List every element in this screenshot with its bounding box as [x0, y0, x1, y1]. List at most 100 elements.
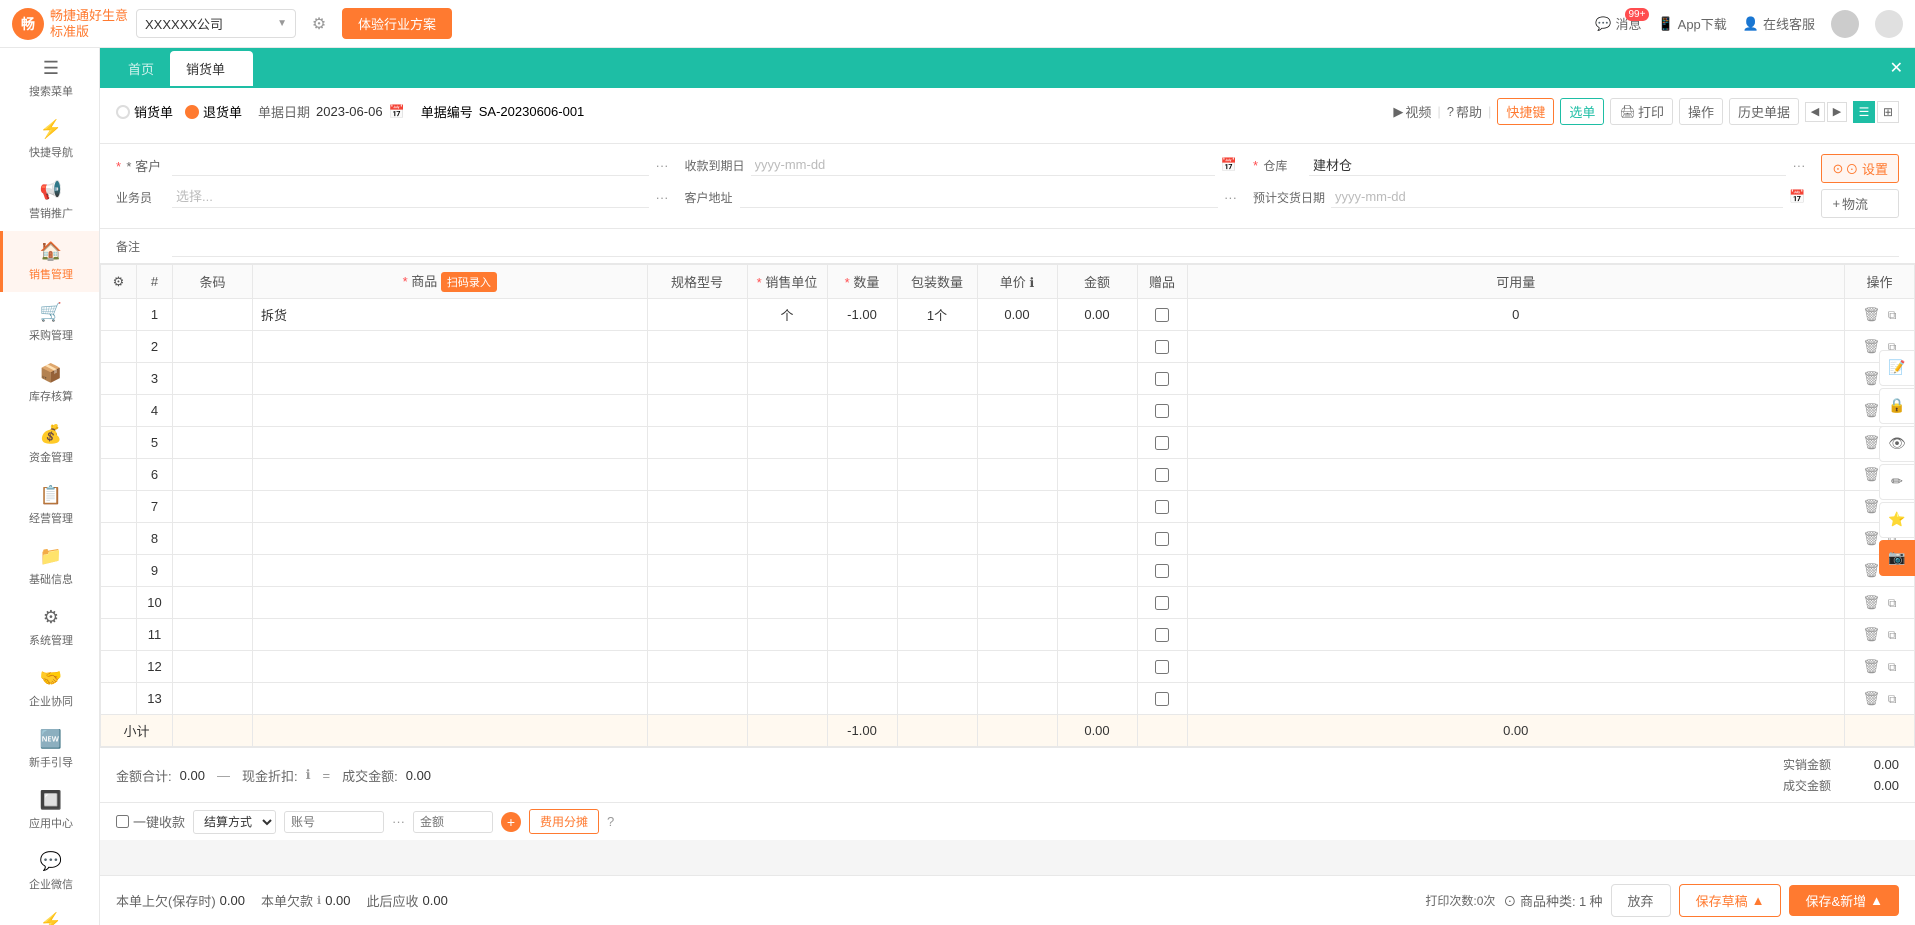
product-type[interactable]: ⊙ 商品种类: 1 种 — [1503, 891, 1602, 910]
row-barcode[interactable] — [173, 683, 253, 715]
one-click-pay[interactable]: 一键收款 — [116, 812, 185, 831]
row-spec[interactable] — [647, 395, 747, 427]
row-price[interactable] — [977, 363, 1057, 395]
address-dots-icon[interactable]: ··· — [1224, 190, 1237, 205]
row-qty[interactable] — [827, 427, 897, 459]
float-lock-button[interactable]: 🔒 — [1879, 388, 1915, 424]
print-link[interactable]: 🖨 打印 — [1610, 98, 1673, 125]
row-spec[interactable] — [647, 523, 747, 555]
delete-row-button[interactable]: 🗑 — [1861, 624, 1883, 645]
save-new-button[interactable]: 保存&新增 ▲ — [1789, 885, 1899, 916]
tab-home[interactable]: 首页 — [112, 51, 170, 86]
row-barcode[interactable] — [173, 619, 253, 651]
sidebar-item-inventory[interactable]: 📦 库存核算 — [0, 353, 99, 414]
row-barcode[interactable] — [173, 523, 253, 555]
shortcut-link[interactable]: 快捷键 — [1497, 98, 1554, 125]
sidebar-item-system[interactable]: ⚙ 系统管理 — [0, 597, 99, 658]
row-gift[interactable] — [1137, 395, 1187, 427]
row-barcode[interactable] — [173, 395, 253, 427]
float-note-button[interactable]: 📝 — [1879, 350, 1915, 386]
pay-method-select[interactable]: 结算方式 — [193, 810, 276, 834]
row-gift[interactable] — [1137, 587, 1187, 619]
add-payment-button[interactable]: + — [501, 812, 521, 832]
delete-row-button[interactable]: 🗑 — [1861, 304, 1883, 325]
row-spec[interactable] — [647, 427, 747, 459]
row-gift[interactable] — [1137, 523, 1187, 555]
row-spec[interactable] — [647, 619, 747, 651]
row-barcode[interactable] — [173, 651, 253, 683]
row-gift[interactable] — [1137, 459, 1187, 491]
row-gift[interactable] — [1137, 427, 1187, 459]
row-qty[interactable] — [827, 619, 897, 651]
row-qty[interactable] — [827, 491, 897, 523]
calendar-icon[interactable]: 📅 — [1221, 157, 1237, 173]
row-gift[interactable] — [1137, 491, 1187, 523]
row-gift[interactable] — [1137, 299, 1187, 331]
sidebar-item-wechat[interactable]: 💬 企业微信 — [0, 841, 99, 902]
row-gift[interactable] — [1137, 619, 1187, 651]
settings-icon[interactable]: ⚙ — [304, 9, 334, 39]
expected-delivery-input[interactable] — [1331, 186, 1783, 208]
row-spec[interactable] — [647, 459, 747, 491]
settings-button[interactable]: ⊙ ⊙ 设置 — [1821, 154, 1899, 183]
row-price[interactable] — [977, 619, 1057, 651]
warehouse-input[interactable] — [1309, 154, 1786, 176]
float-camera-button[interactable]: 📷 — [1879, 540, 1915, 576]
float-eye-button[interactable]: 👁 — [1879, 426, 1915, 462]
salesperson-dots-icon[interactable]: ··· — [655, 190, 668, 205]
row-spec[interactable] — [647, 331, 747, 363]
sidebar-item-purchase[interactable]: 🛒 采购管理 — [0, 292, 99, 353]
calendar-icon[interactable]: 📅 — [389, 104, 405, 120]
row-barcode[interactable] — [173, 299, 253, 331]
row-price[interactable] — [977, 491, 1057, 523]
row-gift[interactable] — [1137, 651, 1187, 683]
delete-row-button[interactable]: 🗑 — [1861, 688, 1883, 709]
delete-row-button[interactable]: 🗑 — [1861, 592, 1883, 613]
copy-row-button[interactable]: ⧉ — [1886, 690, 1899, 709]
one-click-checkbox[interactable] — [116, 815, 129, 828]
template-link[interactable]: 选单 — [1560, 98, 1604, 125]
tab-close-button[interactable]: × — [229, 60, 237, 76]
sidebar-item-sales[interactable]: 🏠 销售管理 — [0, 231, 99, 292]
more-dots-icon[interactable]: ··· — [392, 814, 405, 829]
row-price[interactable] — [977, 555, 1057, 587]
row-spec[interactable] — [647, 491, 747, 523]
th-settings[interactable]: ⚙ — [101, 265, 137, 299]
sidebar-item-member[interactable]: ⚡ 畅会员 — [0, 902, 99, 925]
next-button[interactable]: ▶ — [1827, 102, 1847, 122]
trial-button[interactable]: 体验行业方案 — [342, 8, 452, 39]
row-price[interactable] — [977, 395, 1057, 427]
scan-button[interactable]: 扫码录入 — [441, 272, 497, 292]
row-qty[interactable] — [827, 651, 897, 683]
row-price[interactable] — [977, 331, 1057, 363]
receive-date-input[interactable] — [751, 154, 1215, 176]
warehouse-dots-icon[interactable]: ··· — [1792, 158, 1805, 173]
row-barcode[interactable] — [173, 363, 253, 395]
row-qty[interactable] — [827, 331, 897, 363]
payment-amount-input[interactable] — [413, 811, 493, 833]
grid-view-button[interactable]: ⊞ — [1877, 101, 1899, 123]
sidebar-item-operations[interactable]: 📋 经营管理 — [0, 475, 99, 536]
row-gift[interactable] — [1137, 555, 1187, 587]
app-download-item[interactable]: 📱 App下载 — [1657, 14, 1726, 33]
customer-dots-icon[interactable]: ··· — [655, 158, 668, 173]
abandon-button[interactable]: 放弃 — [1611, 884, 1671, 917]
radio-sales[interactable]: 销货单 — [116, 102, 173, 121]
list-view-button[interactable]: ☰ — [1853, 101, 1875, 123]
copy-row-button[interactable]: ⧉ — [1886, 594, 1899, 613]
row-spec[interactable] — [647, 555, 747, 587]
row-qty[interactable] — [827, 363, 897, 395]
prev-button[interactable]: ◀ — [1805, 102, 1825, 122]
row-spec[interactable] — [647, 363, 747, 395]
tab-sales-order[interactable]: 销货单 × — [170, 51, 253, 86]
row-qty[interactable] — [827, 683, 897, 715]
row-gift[interactable] — [1137, 363, 1187, 395]
help-link[interactable]: ? 帮助 — [1447, 102, 1482, 121]
row-qty[interactable] — [827, 459, 897, 491]
sidebar-item-apps[interactable]: 🔲 应用中心 — [0, 780, 99, 841]
sidebar-item-search[interactable]: ☰ 搜索菜单 — [0, 48, 99, 109]
flow-button[interactable]: + 物流 — [1821, 189, 1899, 218]
row-spec[interactable] — [647, 299, 747, 331]
row-qty[interactable] — [827, 523, 897, 555]
row-price[interactable]: 0.00 — [977, 299, 1057, 331]
